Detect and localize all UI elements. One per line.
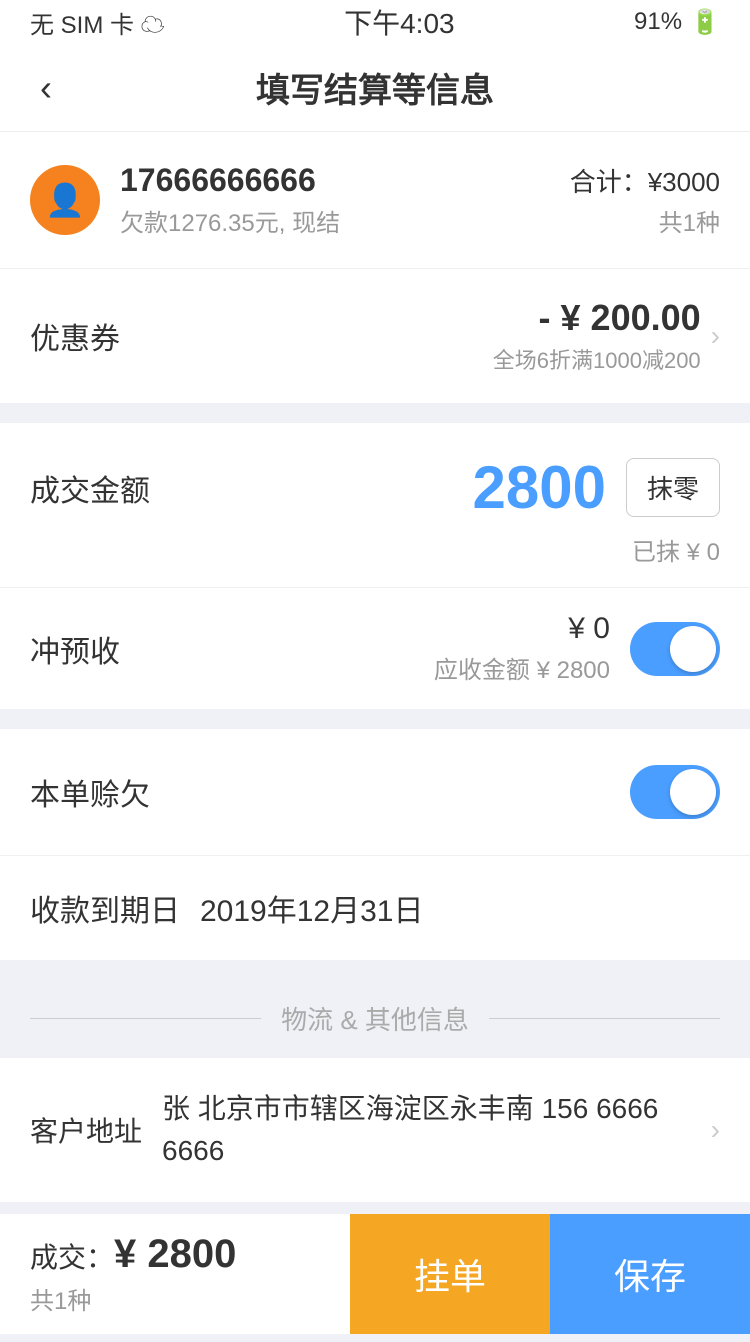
deal-amount-card: 成交金额 2800 抹零 已抹 ¥ 0 冲预收 ¥ 0 应收金额 ¥ 2800 (0, 423, 750, 709)
battery-icon: 🔋 (690, 8, 720, 37)
prepay-right: ¥ 0 应收金额 ¥ 2800 (434, 612, 720, 685)
coupon-label: 优惠券 (30, 314, 120, 358)
coupon-right: - ¥ 200.00 全场6折满1000减200 › (493, 297, 720, 375)
save-button[interactable]: 保存 (550, 1214, 750, 1334)
logistics-line-left (30, 1018, 261, 1019)
due-date-row: 收款到期日 2019年12月31日 (0, 855, 750, 960)
address-row[interactable]: 客户地址 张 北京市市辖区海淀区永丰南 156 6666 6666 › (0, 1057, 750, 1202)
bottom-deal: 成交：¥ 2800 (30, 1232, 320, 1277)
user-phone: 17666666666 (120, 162, 340, 199)
back-button[interactable]: ‹ (30, 57, 62, 119)
user-row: 👤 17666666666 欠款1276.35元, 现结 合计：¥3000 共1… (0, 132, 750, 268)
credit-label: 本单赊欠 (30, 770, 150, 814)
logistics-divider: 物流 & 其他信息 (0, 980, 750, 1057)
page-title: 填写结算等信息 (256, 63, 494, 112)
logistics-line-right (489, 1018, 720, 1019)
main-content: 👤 17666666666 欠款1276.35元, 现结 合计：¥3000 共1… (0, 132, 750, 1342)
address-card: 客户地址 张 北京市市辖区海淀区永丰南 156 6666 6666 › (0, 1057, 750, 1202)
user-coupon-card: 👤 17666666666 欠款1276.35元, 现结 合计：¥3000 共1… (0, 132, 750, 403)
prepay-toggle[interactable] (630, 622, 720, 676)
battery-label: 91% (634, 8, 682, 36)
hold-button[interactable]: 挂单 (350, 1214, 550, 1334)
user-info: 17666666666 欠款1276.35元, 现结 (120, 162, 340, 238)
deal-amount-value: 2800 (473, 453, 606, 522)
address-label: 客户地址 (30, 1110, 142, 1150)
due-date-value: 2019年12月31日 (200, 886, 423, 930)
status-time: 下午4:03 (344, 2, 455, 42)
status-left: 无 SIM 卡 ☁ (30, 5, 165, 40)
credit-row: 本单赊欠 (0, 729, 750, 855)
bottom-bar: 成交：¥ 2800 共1种 挂单 保存 (0, 1214, 750, 1334)
bottom-summary: 成交：¥ 2800 共1种 (0, 1232, 350, 1316)
credit-card: 本单赊欠 收款到期日 2019年12月31日 (0, 729, 750, 960)
total-label: 合计：¥3000 (570, 162, 720, 199)
credit-toggle-knob (670, 769, 716, 815)
address-value: 张 北京市市辖区海淀区永丰南 156 6666 6666 (162, 1088, 691, 1172)
logistics-text: 物流 & 其他信息 (261, 1000, 489, 1037)
coupon-row[interactable]: 优惠券 - ¥ 200.00 全场6折满1000减200 › (0, 268, 750, 403)
credit-toggle[interactable] (630, 765, 720, 819)
bottom-count: 共1种 (30, 1281, 320, 1316)
coupon-amount: - ¥ 200.00 (493, 297, 701, 339)
prepay-row: 冲预收 ¥ 0 应收金额 ¥ 2800 (0, 587, 750, 709)
user-right: 合计：¥3000 共1种 (570, 162, 720, 238)
prepay-label: 冲预收 (30, 627, 120, 671)
prepay-amount-area: ¥ 0 应收金额 ¥ 2800 (434, 612, 610, 685)
coupon-chevron-icon: › (711, 320, 720, 352)
avatar-icon: 👤 (45, 181, 85, 219)
user-debt: 欠款1276.35元, 现结 (120, 203, 340, 238)
bottom-deal-amount: ¥ 2800 (114, 1232, 236, 1276)
nav-bar: ‹ 填写结算等信息 (0, 44, 750, 132)
avatar: 👤 (30, 165, 100, 235)
deal-amount-label: 成交金额 (30, 466, 150, 510)
coupon-desc: 全场6折满1000减200 (493, 343, 701, 375)
deal-amount-row: 成交金额 2800 抹零 (0, 423, 750, 532)
prepay-sub: 应收金额 ¥ 2800 (434, 650, 610, 685)
deal-amount-area: 2800 抹零 (473, 453, 721, 522)
round-button[interactable]: 抹零 (626, 458, 720, 517)
address-chevron-icon: › (711, 1114, 720, 1146)
due-date-label: 收款到期日 (30, 886, 180, 930)
prepay-amount: ¥ 0 (434, 612, 610, 646)
total-count: 共1种 (570, 203, 720, 238)
user-left: 👤 17666666666 欠款1276.35元, 现结 (30, 162, 340, 238)
status-bar: 无 SIM 卡 ☁ 下午4:03 91% 🔋 (0, 0, 750, 44)
prepay-toggle-knob (670, 626, 716, 672)
deal-sub-label: 已抹 ¥ 0 (0, 532, 750, 587)
status-right: 91% 🔋 (634, 8, 720, 37)
bottom-deal-label: 成交： (30, 1242, 114, 1273)
sim-label: 无 SIM 卡 ☁ (30, 5, 165, 40)
